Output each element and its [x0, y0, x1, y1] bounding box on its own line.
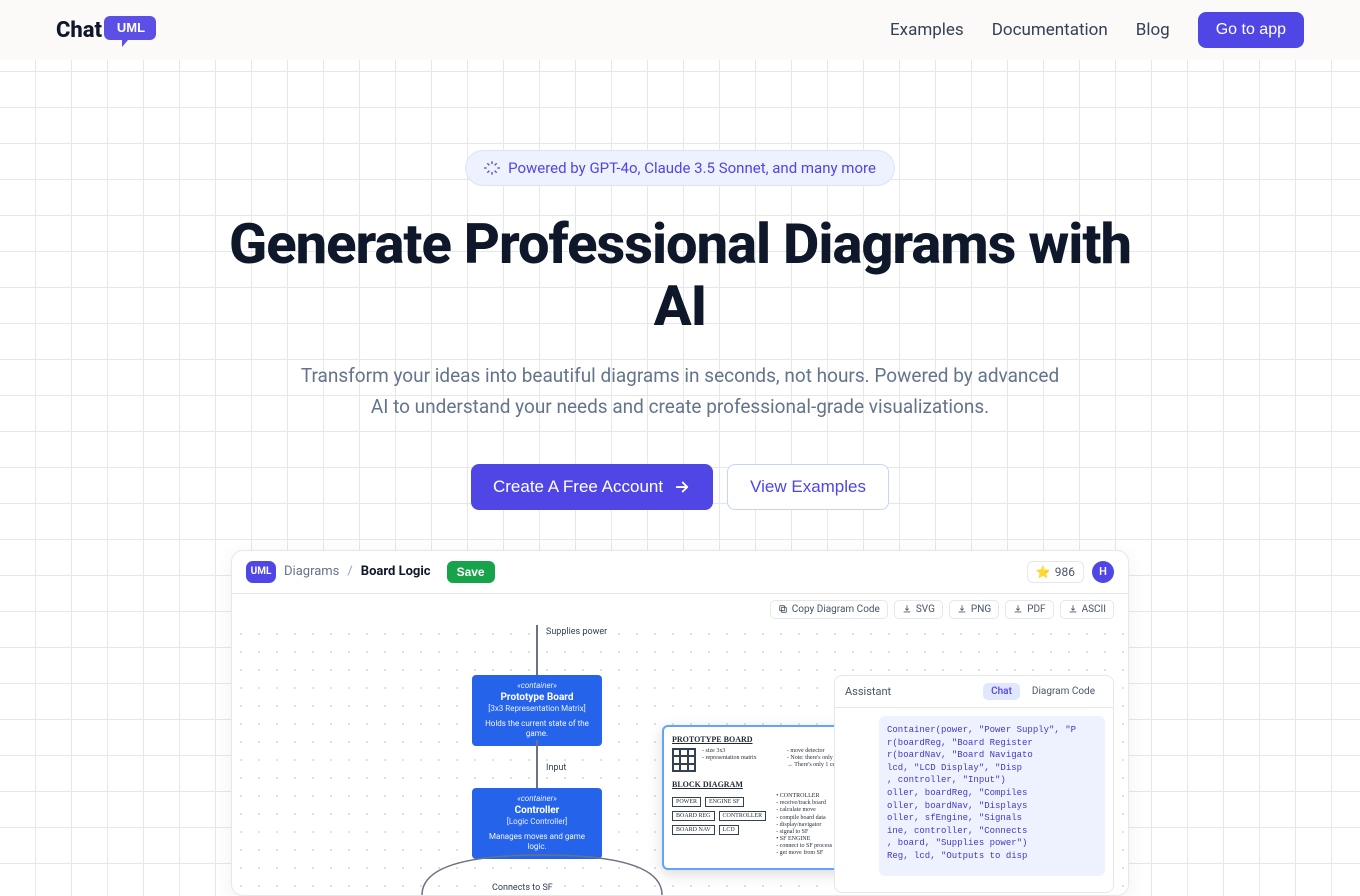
diagram-box-prototype: «container» Prototype Board [3x3 Represe…: [472, 675, 602, 746]
assistant-panel-header: Assistant Chat Diagram Code: [835, 676, 1113, 708]
credits-badge: ⭐ 986: [1027, 561, 1084, 583]
connector-label: Input: [546, 763, 566, 773]
sketch-blocks: POWER ENGINE SF BOARD REG CONTROLLER BOA…: [672, 793, 766, 858]
export-toolbar: Copy Diagram Code SVG PNG PDF ASCII: [232, 594, 1128, 625]
page-subheadline: Transform your ideas into beautiful diag…: [290, 361, 1070, 422]
download-icon: [902, 604, 912, 614]
star-icon: ⭐: [1036, 565, 1051, 579]
assistant-tabs: Chat Diagram Code: [983, 683, 1103, 700]
nav-blog[interactable]: Blog: [1136, 20, 1170, 40]
hero-section: Powered by GPT-4o, Claude 3.5 Sonnet, an…: [180, 150, 1180, 510]
download-icon: [1068, 604, 1078, 614]
toolbar-right: ⭐ 986 H: [1027, 561, 1114, 583]
download-icon: [1013, 604, 1023, 614]
code-snippet: Container(power, "Power Supply", "P r(bo…: [879, 716, 1105, 876]
arrow-right-icon: [673, 478, 691, 496]
nav-documentation[interactable]: Documentation: [992, 20, 1108, 40]
avatar[interactable]: H: [1092, 561, 1114, 583]
pill-text: Powered by GPT-4o, Claude 3.5 Sonnet, an…: [508, 159, 876, 177]
page-headline: Generate Professional Diagrams with AI: [204, 214, 1156, 337]
tab-chat[interactable]: Chat: [983, 683, 1020, 700]
copy-code-button[interactable]: Copy Diagram Code: [770, 600, 888, 619]
mock-toolbar: UML Diagrams / Board Logic Save ⭐ 986 H: [232, 551, 1128, 594]
logo[interactable]: Chat UML: [56, 12, 158, 48]
site-header: Chat UML Examples Documentation Blog Go …: [0, 0, 1360, 60]
connector-label: Supplies power: [546, 627, 607, 637]
copy-icon: [778, 604, 788, 614]
export-png-button[interactable]: PNG: [949, 600, 999, 619]
assistant-label: Assistant: [845, 685, 891, 698]
breadcrumb-sep: /: [347, 564, 352, 579]
sketch-notes: - size 3x3 - representation matrix: [702, 748, 757, 772]
powered-by-pill: Powered by GPT-4o, Claude 3.5 Sonnet, an…: [465, 150, 895, 186]
sparkle-icon: [484, 160, 500, 176]
credits-count: 986: [1055, 565, 1075, 579]
main-nav: Examples Documentation Blog Go to app: [890, 12, 1304, 48]
assistant-panel: Assistant Chat Diagram Code Container(po…: [834, 675, 1114, 893]
create-account-button[interactable]: Create A Free Account: [471, 464, 713, 510]
export-svg-button[interactable]: SVG: [894, 600, 943, 619]
breadcrumb-current: Board Logic: [361, 564, 431, 579]
mock-canvas: Supplies power «container» Prototype Boa…: [232, 625, 1128, 895]
tab-diagram-code[interactable]: Diagram Code: [1024, 683, 1103, 700]
svg-text:UML: UML: [117, 20, 145, 35]
connector: [536, 740, 538, 788]
connector-label: Connects to SF: [492, 883, 553, 893]
app-screenshot: UML Diagrams / Board Logic Save ⭐ 986 H …: [231, 550, 1129, 896]
connector: [536, 625, 538, 675]
export-ascii-button[interactable]: ASCII: [1060, 600, 1114, 619]
create-account-label: Create A Free Account: [493, 477, 663, 497]
save-button[interactable]: Save: [447, 561, 495, 583]
uml-badge-icon: UML: [246, 561, 276, 583]
download-icon: [957, 604, 967, 614]
breadcrumb: UML Diagrams / Board Logic Save: [246, 561, 495, 583]
cta-row: Create A Free Account View Examples: [204, 464, 1156, 510]
nav-examples[interactable]: Examples: [890, 20, 964, 40]
logo-bubble-icon: UML: [104, 12, 158, 48]
view-examples-button[interactable]: View Examples: [727, 464, 889, 510]
breadcrumb-root: Diagrams: [284, 564, 339, 579]
sketch-right-notes: • CONTROLLER - receive/track board - cal…: [776, 793, 832, 858]
go-to-app-button[interactable]: Go to app: [1198, 12, 1304, 48]
export-pdf-button[interactable]: PDF: [1005, 600, 1053, 619]
logo-text-chat: Chat: [56, 18, 102, 43]
grid-icon: [672, 748, 696, 772]
